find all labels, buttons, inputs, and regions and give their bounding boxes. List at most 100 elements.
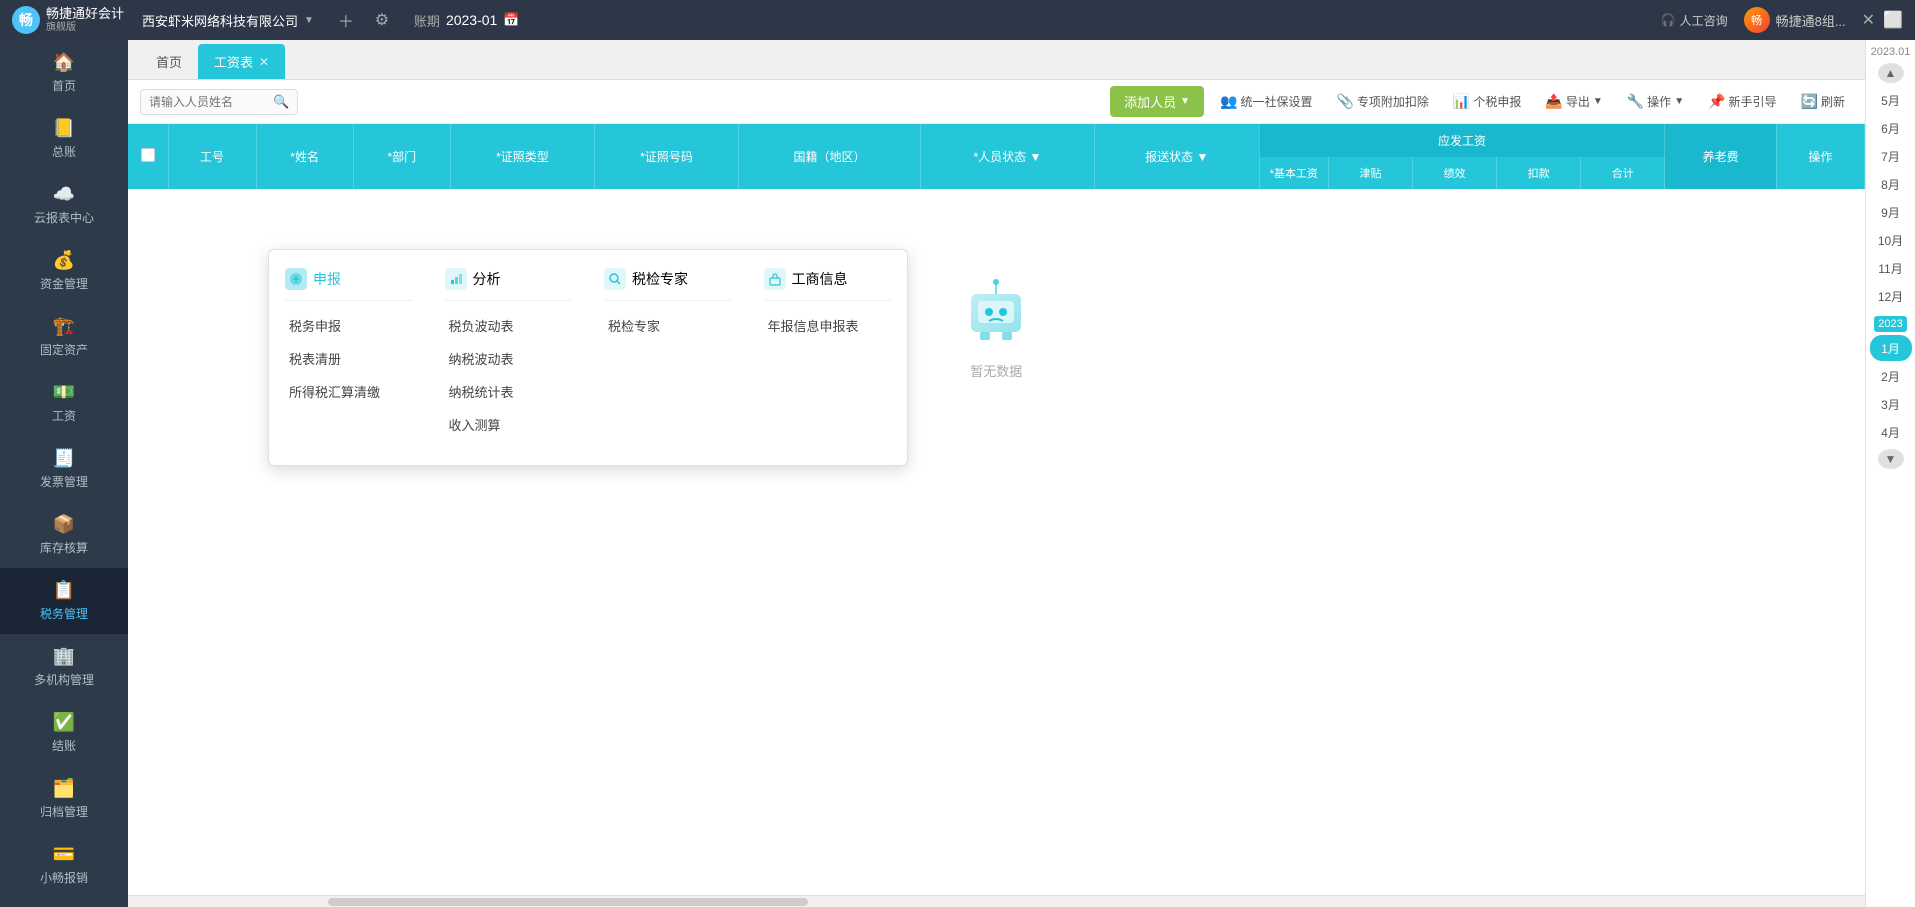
cal-month-10[interactable]: 10月 xyxy=(1870,227,1912,253)
headset-icon: 🎧 xyxy=(1661,13,1676,27)
dropdown-item-tax-payment[interactable]: 纳税波动表 xyxy=(445,342,573,375)
cal-month-4[interactable]: 4月 xyxy=(1870,419,1912,445)
sidebar-item-fixed-asset[interactable]: 🏗️ 固定资产 xyxy=(0,304,128,370)
add-person-button[interactable]: 添加人员 ▼ xyxy=(1110,86,1204,117)
cal-month-2[interactable]: 2月 xyxy=(1870,363,1912,389)
tab-bar: 首页 工资表 ✕ xyxy=(128,40,1865,80)
sidebar-item-invoice[interactable]: 🧾 发票管理 xyxy=(0,436,128,502)
search-input[interactable] xyxy=(149,95,269,109)
ledger-icon: 📒 xyxy=(53,118,75,139)
export-dropdown-icon: ▼ xyxy=(1593,96,1603,107)
sidebar-item-home[interactable]: 🏠 首页 xyxy=(0,40,128,106)
sidebar-item-checkout[interactable]: ✅ 结账 xyxy=(0,700,128,766)
invoice-icon: 🧾 xyxy=(53,448,75,469)
dropdown-item-tax-stats[interactable]: 纳税统计表 xyxy=(445,375,573,408)
sidebar-item-salary[interactable]: 💵 工资 xyxy=(0,370,128,436)
sidebar-item-archive[interactable]: 🗂️ 归档管理 xyxy=(0,766,128,832)
sidebar-item-inventory[interactable]: 📦 库存核算 xyxy=(0,502,128,568)
th-base-salary: *基本工资 xyxy=(1259,157,1328,189)
dropdown-col-business-info: 工商信息 年报信息申报表 xyxy=(748,262,908,453)
header-actions: ＋ ⚙ xyxy=(334,8,394,32)
support-button[interactable]: 🎧 人工咨询 xyxy=(1661,12,1728,29)
window-maximize-btn[interactable]: ⬜ xyxy=(1883,10,1903,30)
dropdown-item-income-calc[interactable]: 收入测算 xyxy=(445,408,573,441)
archive-icon: 🗂️ xyxy=(53,778,75,799)
special-deduct-action[interactable]: 📎 专项附加扣除 xyxy=(1328,89,1436,114)
period-info: 账期 2023-01 📅 xyxy=(414,11,520,30)
operation-action[interactable]: 🔧 操作 ▼ xyxy=(1619,89,1692,114)
cal-month-1[interactable]: 1月 xyxy=(1870,335,1912,361)
tab-home[interactable]: 首页 xyxy=(140,44,198,79)
empty-icon xyxy=(956,269,1036,349)
period-calendar-icon[interactable]: 📅 xyxy=(503,12,519,28)
sidebar-item-tax[interactable]: 📋 税务管理 xyxy=(0,568,128,634)
calendar-nav-up[interactable]: ▲ xyxy=(1878,63,1904,83)
scrollbar-thumb[interactable] xyxy=(328,898,808,906)
tab-salary[interactable]: 工资表 ✕ xyxy=(198,44,285,79)
social-insurance-action[interactable]: 👥 统一社保设置 xyxy=(1212,89,1320,114)
calendar-year-badge[interactable]: 2023 xyxy=(1874,316,1906,332)
tab-close-salary[interactable]: ✕ xyxy=(259,55,269,69)
app-logo-icon: 畅 xyxy=(12,6,40,34)
sidebar-item-settings[interactable]: ⚙️ 基础设置 xyxy=(0,898,128,907)
window-close-btn[interactable]: ✕ xyxy=(1862,10,1875,30)
special-deduct-icon: 📎 xyxy=(1336,93,1353,110)
dropdown-menu: 申报 税务申报 税表清册 所得税汇算清缴 分析 xyxy=(268,249,908,466)
calendar-nav-down[interactable]: ▼ xyxy=(1878,449,1904,469)
dropdown-item-annual-report[interactable]: 年报信息申报表 xyxy=(764,309,892,342)
dropdown-item-tax-form[interactable]: 税表清册 xyxy=(285,342,413,375)
social-insurance-icon: 👥 xyxy=(1220,93,1237,110)
tax-report-action[interactable]: 📊 个税申报 xyxy=(1445,89,1529,114)
main-container: 🏠 首页 📒 总账 ☁️ 云报表中心 💰 资金管理 🏗️ 固定资产 💵 工资 🧾… xyxy=(0,40,1915,907)
refresh-icon: 🔄 xyxy=(1801,93,1818,110)
th-salary-group: 应发工资 xyxy=(1259,124,1665,157)
operation-dropdown-icon: ▼ xyxy=(1674,96,1684,107)
user-info[interactable]: 畅 畅捷通8组... xyxy=(1744,7,1846,33)
add-company-btn[interactable]: ＋ xyxy=(334,8,358,32)
company-selector[interactable]: 西安虾米网络科技有限公司 ▼ xyxy=(142,11,314,30)
fixed-asset-icon: 🏗️ xyxy=(53,316,75,337)
guide-action[interactable]: 📌 新手引导 xyxy=(1700,89,1784,114)
dropdown-item-tax-expert[interactable]: 税检专家 xyxy=(604,309,732,342)
dropdown-col-title-tax-expert: 税检专家 xyxy=(604,262,732,301)
sidebar-item-fund[interactable]: 💰 资金管理 xyxy=(0,238,128,304)
home-icon: 🏠 xyxy=(53,52,75,73)
th-report-status[interactable]: 报送状态 ▼ xyxy=(1094,124,1259,189)
company-dropdown-icon: ▼ xyxy=(304,15,314,26)
sidebar-item-marketing[interactable]: 💳 小畅报销 xyxy=(0,832,128,898)
export-action[interactable]: 📤 导出 ▼ xyxy=(1537,89,1610,114)
company-name: 西安虾米网络科技有限公司 xyxy=(142,11,298,30)
settings-icon[interactable]: ⚙ xyxy=(370,8,394,32)
search-icon[interactable]: 🔍 xyxy=(273,94,289,110)
th-subsidy: 津贴 xyxy=(1328,157,1412,189)
horizontal-scrollbar[interactable] xyxy=(128,895,1865,907)
dropdown-item-tax-burden[interactable]: 税负波动表 xyxy=(445,309,573,342)
cal-month-8[interactable]: 8月 xyxy=(1870,171,1912,197)
cal-month-11[interactable]: 11月 xyxy=(1870,255,1912,281)
cal-month-7[interactable]: 7月 xyxy=(1870,143,1912,169)
tax-expert-icon xyxy=(604,268,626,290)
cal-month-3[interactable]: 3月 xyxy=(1870,391,1912,417)
sidebar-item-cloud-report[interactable]: ☁️ 云报表中心 xyxy=(0,172,128,238)
select-all-checkbox[interactable] xyxy=(141,148,155,162)
operation-icon: 🔧 xyxy=(1627,93,1644,110)
cal-month-5[interactable]: 5月 xyxy=(1870,87,1912,113)
tax-report-icon: 📊 xyxy=(1453,93,1470,110)
export-icon: 📤 xyxy=(1545,93,1562,110)
th-dept: *部门 xyxy=(353,124,450,189)
fund-icon: 💰 xyxy=(53,250,75,271)
th-status[interactable]: *人员状态 ▼ xyxy=(921,124,1095,189)
cal-month-9[interactable]: 9月 xyxy=(1870,199,1912,225)
th-checkbox[interactable] xyxy=(128,124,168,189)
marketing-icon: 💳 xyxy=(53,844,75,865)
sidebar-item-ledger[interactable]: 📒 总账 xyxy=(0,106,128,172)
cal-month-12[interactable]: 12月 xyxy=(1870,283,1912,309)
dropdown-item-income-settle[interactable]: 所得税汇算清缴 xyxy=(285,375,413,408)
sidebar-item-multi-org[interactable]: 🏢 多机构管理 xyxy=(0,634,128,700)
user-avatar: 畅 xyxy=(1744,7,1770,33)
refresh-action[interactable]: 🔄 刷新 xyxy=(1793,89,1853,114)
dropdown-item-tax-declare[interactable]: 税务申报 xyxy=(285,309,413,342)
dropdown-col-tax-expert: 税检专家 税检专家 xyxy=(588,262,748,453)
cal-month-6[interactable]: 6月 xyxy=(1870,115,1912,141)
th-nationality: 国籍（地区） xyxy=(739,124,921,189)
